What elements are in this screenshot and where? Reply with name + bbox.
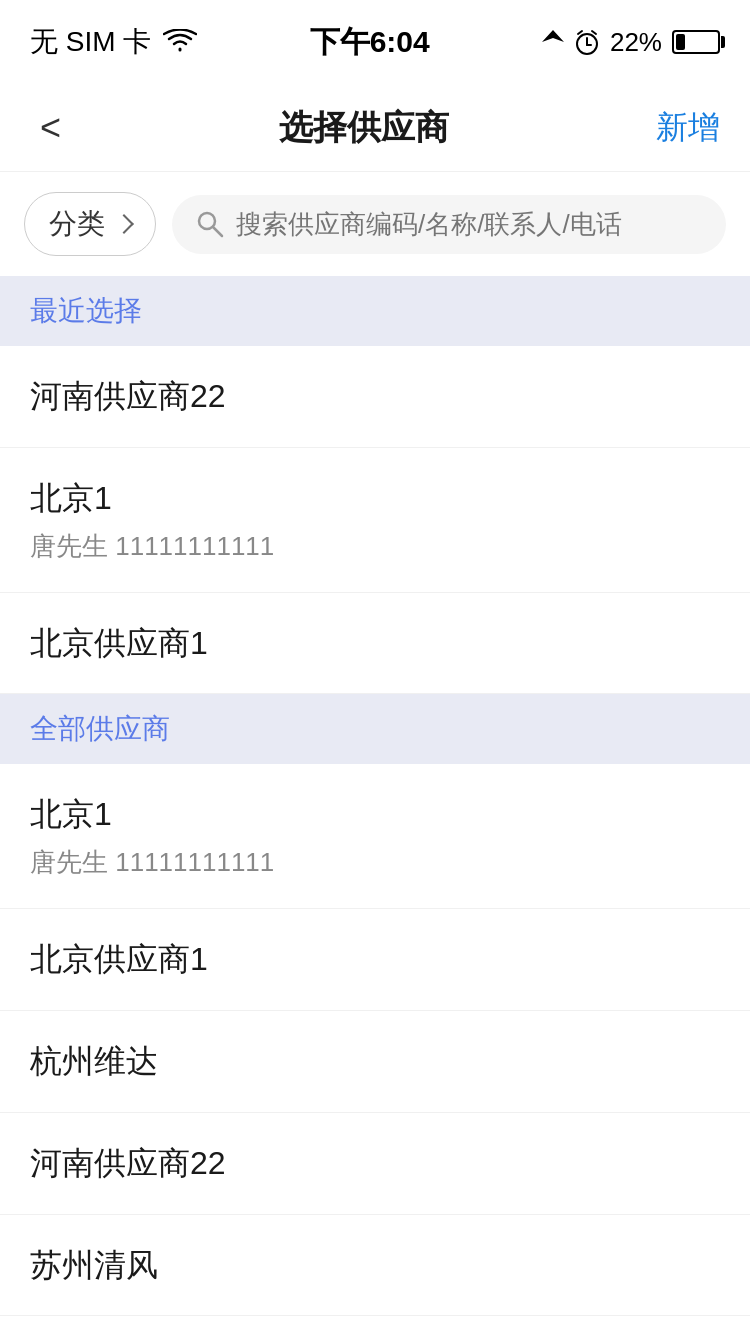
- all-list-item[interactable]: 北京1 唐先生 11111111111: [0, 764, 750, 909]
- item-name: 杭州维达: [30, 1039, 720, 1084]
- item-name: 北京1: [30, 476, 720, 521]
- svg-line-5: [592, 31, 596, 34]
- wifi-icon: [163, 29, 197, 55]
- item-name: 河南供应商22: [30, 1141, 720, 1186]
- battery-percent: 22%: [610, 27, 662, 58]
- recent-list-item[interactable]: 北京1 唐先生 11111111111: [0, 448, 750, 593]
- all-list-item[interactable]: 杭州维达: [0, 1011, 750, 1113]
- all-section-header: 全部供应商: [0, 694, 750, 764]
- all-items-list: 北京1 唐先生 11111111111 北京供应商1 杭州维达河南供应商22 苏州清风: [0, 764, 750, 1316]
- all-section-label: 全部供应商: [30, 713, 170, 744]
- battery-icon: [672, 30, 720, 54]
- status-carrier: 无 SIM 卡: [30, 23, 197, 61]
- svg-line-4: [578, 31, 582, 34]
- svg-line-7: [213, 227, 222, 236]
- item-name: 河南供应商22: [30, 374, 720, 419]
- item-sub: 唐先生 11111111111: [30, 845, 720, 880]
- category-button[interactable]: 分类: [24, 192, 156, 256]
- category-label: 分类: [49, 205, 105, 243]
- back-button[interactable]: <: [30, 97, 71, 159]
- search-icon: [196, 210, 224, 238]
- recent-section-label: 最近选择: [30, 295, 142, 326]
- page-title: 选择供应商: [71, 105, 656, 151]
- recent-items-list: 河南供应商22 北京1 唐先生 11111111111 北京供应商1: [0, 346, 750, 694]
- battery-fill: [676, 34, 685, 50]
- recent-list-item[interactable]: 北京供应商1: [0, 593, 750, 695]
- alarm-icon: [574, 28, 600, 56]
- location-icon: [542, 28, 564, 56]
- status-right: 22%: [542, 27, 720, 58]
- item-name: 北京供应商1: [30, 621, 720, 666]
- add-button[interactable]: 新增: [656, 106, 720, 150]
- svg-marker-0: [542, 30, 564, 42]
- recent-section-header: 最近选择: [0, 276, 750, 346]
- all-list-item[interactable]: 河南供应商22: [0, 1113, 750, 1215]
- recent-list-item[interactable]: 河南供应商22: [0, 346, 750, 448]
- carrier-text: 无 SIM 卡: [30, 23, 151, 61]
- all-list-item[interactable]: 北京供应商1: [0, 909, 750, 1011]
- search-wrapper: [172, 195, 726, 254]
- item-name: 北京供应商1: [30, 937, 720, 982]
- item-name: 苏州清风: [30, 1243, 720, 1288]
- item-sub: 唐先生 11111111111: [30, 529, 720, 564]
- status-bar: 无 SIM 卡 下午6:04 22%: [0, 0, 750, 84]
- nav-bar: < 选择供应商 新增: [0, 84, 750, 172]
- search-area: 分类: [0, 172, 750, 276]
- status-time: 下午6:04: [310, 22, 430, 63]
- chevron-right-icon: [114, 214, 134, 234]
- all-list-item[interactable]: 苏州清风: [0, 1215, 750, 1317]
- item-name: 北京1: [30, 792, 720, 837]
- search-input[interactable]: [236, 209, 702, 240]
